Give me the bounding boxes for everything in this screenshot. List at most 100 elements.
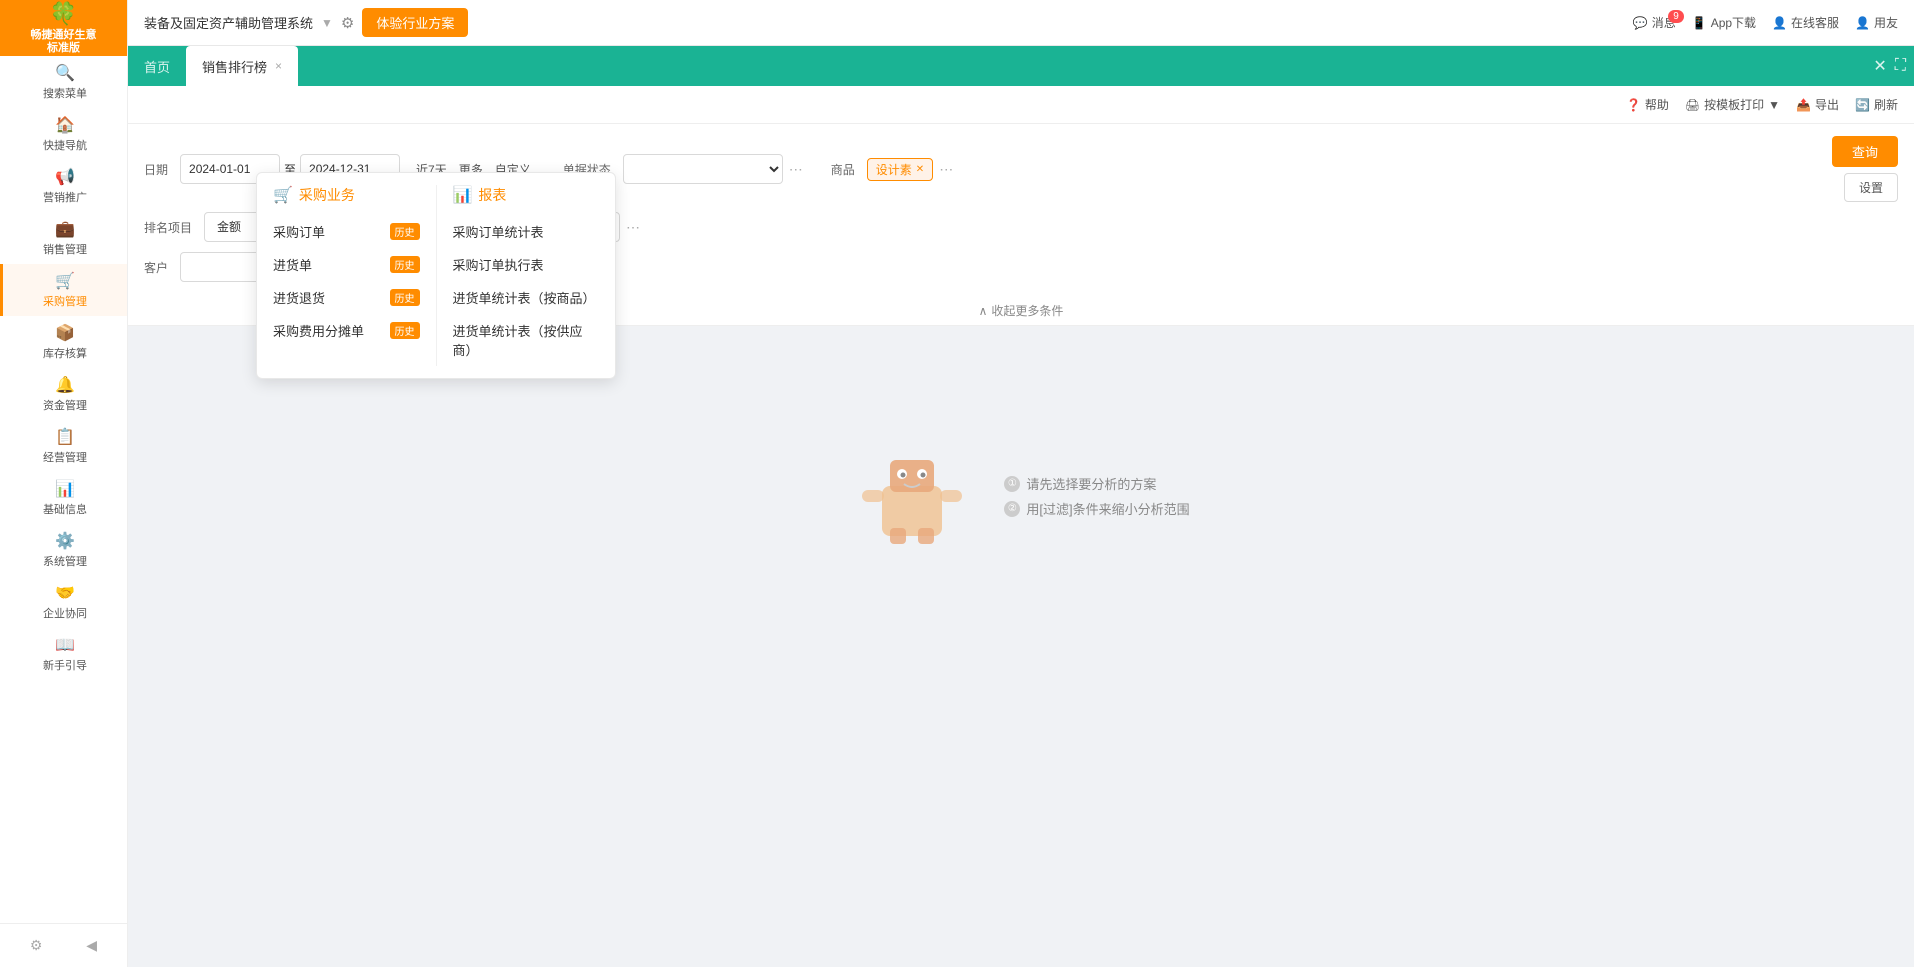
dropdown-item-stock-return[interactable]: 进货退货 历史 (273, 281, 420, 314)
main-area: 装备及固定资产辅助管理系统 ▼ ⚙ 体验行业方案 💬 消息 9 📱 App下载 … (128, 0, 1914, 967)
guide-icon: 📖 (55, 635, 75, 655)
empty-hint-1: ① 请先选择要分析的方案 (1004, 474, 1189, 493)
tabbar-actions: ✕ ⛶ (1873, 56, 1914, 76)
sidebar-bottom: ⚙ ◀ (0, 923, 127, 967)
app-download-btn[interactable]: 📱 App下载 (1692, 14, 1756, 31)
print-icon: 🖨 (1685, 98, 1700, 112)
inventory-icon: 📦 (55, 323, 75, 343)
home-icon: 🏠 (55, 115, 75, 135)
enterprise-icon: 🤝 (55, 583, 75, 603)
logo-text: 畅捷通好生意 标准版 (31, 29, 97, 55)
goods-label: 商品 (831, 161, 855, 178)
ranking-label: 排名项目 (144, 219, 192, 236)
content-area: ❓ 帮助 🖨 按模板打印 ▼ 📤 导出 🔄 刷新 日期 (128, 86, 1914, 967)
topbar-dropdown-arrow[interactable]: ▼ (321, 16, 333, 30)
goods-tag-remove[interactable]: ✕ (916, 164, 924, 175)
dropdown-cols: 🛒 采购业务 采购订单 历史 进货单 历史 进货退货 历史 (257, 185, 615, 366)
sidebar-item-operations[interactable]: 📋 经营管理 (0, 420, 127, 472)
sidebar-logo: 🍀 畅捷通好生意 标准版 (0, 0, 127, 56)
empty-hint-2: ② 用[过滤]条件来缩小分析范围 (1004, 499, 1189, 518)
goods-dots[interactable]: ⋯ (939, 161, 953, 178)
date-label: 日期 (144, 161, 168, 178)
tab-close-all-btn[interactable]: ✕ (1873, 56, 1886, 76)
dropdown-item-stock-in[interactable]: 进货单 历史 (273, 248, 420, 281)
purchase-icon: 🛒 (55, 271, 75, 291)
history-tag-0: 历史 (390, 223, 420, 240)
topbar: 装备及固定资产辅助管理系统 ▼ ⚙ 体验行业方案 💬 消息 9 📱 App下载 … (128, 0, 1914, 46)
sidebar-item-system[interactable]: ⚙️ 系统管理 (0, 524, 127, 576)
topbar-gear-icon[interactable]: ⚙ (341, 14, 354, 32)
basic-info-icon: 📊 (55, 479, 75, 499)
sidebar-item-marketing[interactable]: 📢 营销推广 (0, 160, 127, 212)
hint-dot-1: ① (1004, 476, 1020, 492)
dropdown-purchase-header: 🛒 采购业务 (273, 185, 420, 205)
collapse-up-icon: ∧ (979, 304, 988, 318)
export-icon: 📤 (1796, 98, 1811, 112)
topbar-left: 装备及固定资产辅助管理系统 ▼ ⚙ 体验行业方案 (144, 8, 468, 37)
dropdown-col-report: 📊 报表 采购订单统计表 采购订单执行表 进货单统计表（按商品） 进货单统计表（… (437, 185, 616, 366)
dropdown-item-report-3[interactable]: 进货单统计表（按供应商） (453, 314, 600, 366)
tabbar: 首页 销售排行榜 × ✕ ⛶ (128, 46, 1914, 86)
online-service-btn[interactable]: 👤 在线客服 (1772, 14, 1839, 31)
report-header-icon: 📊 (453, 185, 473, 205)
sidebar-item-search[interactable]: 🔍 搜索菜单 (0, 56, 127, 108)
dropdown-item-purchase-fee[interactable]: 采购费用分摊单 历史 (273, 314, 420, 347)
sidebar-item-quick-nav[interactable]: 🏠 快捷导航 (0, 108, 127, 160)
tab-sales-ranking[interactable]: 销售排行榜 × (186, 46, 298, 86)
sidebar-nav: 🔍 搜索菜单 🏠 快捷导航 📢 营销推广 💼 销售管理 🛒 采购管理 📦 库存核… (0, 56, 127, 923)
setting-btn[interactable]: 设置 (1844, 173, 1898, 202)
query-btn[interactable]: 查询 (1832, 136, 1898, 167)
dropdown-item-report-1[interactable]: 采购订单执行表 (453, 248, 600, 281)
system-icon: ⚙️ (55, 531, 75, 551)
tab-home[interactable]: 首页 (128, 46, 186, 86)
topbar-right: 💬 消息 9 📱 App下载 👤 在线客服 👤 用友 (1633, 14, 1898, 31)
sidebar-collapse-btn[interactable]: ◀ (86, 937, 97, 954)
phone-icon: 📱 (1692, 16, 1707, 30)
sidebar-settings-btn[interactable]: ⚙ (30, 937, 43, 954)
industry-btn[interactable]: 体验行业方案 (362, 8, 468, 37)
sidebar-item-basic-info[interactable]: 📊 基础信息 (0, 472, 127, 524)
history-tag-2: 历史 (390, 289, 420, 306)
dropdown-item-purchase-order[interactable]: 采购订单 历史 (273, 215, 420, 248)
refresh-btn[interactable]: 🔄 刷新 (1855, 96, 1898, 113)
collapse-btn[interactable]: ∧ 收起更多条件 (979, 302, 1064, 319)
logo-icon: 🍀 (50, 1, 77, 27)
user-btn[interactable]: 👤 用友 (1855, 14, 1898, 31)
finance-icon: 🔔 (55, 375, 75, 395)
search-icon: 🔍 (55, 63, 75, 83)
messages-btn[interactable]: 💬 消息 9 (1633, 14, 1676, 31)
status-dots[interactable]: ⋯ (789, 161, 803, 178)
sidebar-item-purchase[interactable]: 🛒 采购管理 (0, 264, 127, 316)
dropdown-item-report-0[interactable]: 采购订单统计表 (453, 215, 600, 248)
history-tag-3: 历史 (390, 322, 420, 339)
operations-icon: 📋 (55, 427, 75, 447)
avatar: 👤 (1855, 16, 1870, 30)
print-btn[interactable]: 🖨 按模板打印 ▼ (1685, 96, 1780, 113)
sidebar-item-enterprise[interactable]: 🤝 企业协同 (0, 576, 127, 628)
dropdown-item-report-2[interactable]: 进货单统计表（按商品） (453, 281, 600, 314)
marketing-icon: 📢 (55, 167, 75, 187)
salesperson-dots[interactable]: ⋯ (626, 219, 640, 236)
sidebar-item-finance[interactable]: 🔔 资金管理 (0, 368, 127, 420)
sidebar-item-inventory[interactable]: 📦 库存核算 (0, 316, 127, 368)
status-select[interactable] (623, 154, 783, 184)
print-dropdown-arrow[interactable]: ▼ (1768, 98, 1780, 112)
customer-label: 客户 (144, 259, 168, 276)
dropdown-col-purchase: 🛒 采购业务 采购订单 历史 进货单 历史 进货退货 历史 (257, 185, 437, 366)
sidebar-item-sales[interactable]: 💼 销售管理 (0, 212, 127, 264)
sidebar-item-guide[interactable]: 📖 新手引导 (0, 628, 127, 680)
service-icon: 👤 (1772, 16, 1787, 30)
export-btn[interactable]: 📤 导出 (1796, 96, 1839, 113)
topbar-title: 装备及固定资产辅助管理系统 (144, 13, 313, 32)
empty-illustration (852, 446, 972, 546)
tab-fullscreen-btn[interactable]: ⛶ (1895, 57, 1906, 75)
sidebar: 🍀 畅捷通好生意 标准版 🔍 搜索菜单 🏠 快捷导航 📢 营销推广 💼 销售管理… (0, 0, 128, 967)
tab-close-icon[interactable]: × (275, 59, 282, 73)
empty-svg (852, 446, 972, 546)
message-icon: 💬 (1633, 16, 1648, 30)
dropdown-report-header: 📊 报表 (453, 185, 600, 205)
help-btn[interactable]: ❓ 帮助 (1626, 96, 1669, 113)
purchase-header-icon: 🛒 (273, 185, 293, 205)
message-badge: 9 (1668, 10, 1684, 23)
empty-hint: ① 请先选择要分析的方案 ② 用[过滤]条件来缩小分析范围 (1004, 474, 1189, 518)
